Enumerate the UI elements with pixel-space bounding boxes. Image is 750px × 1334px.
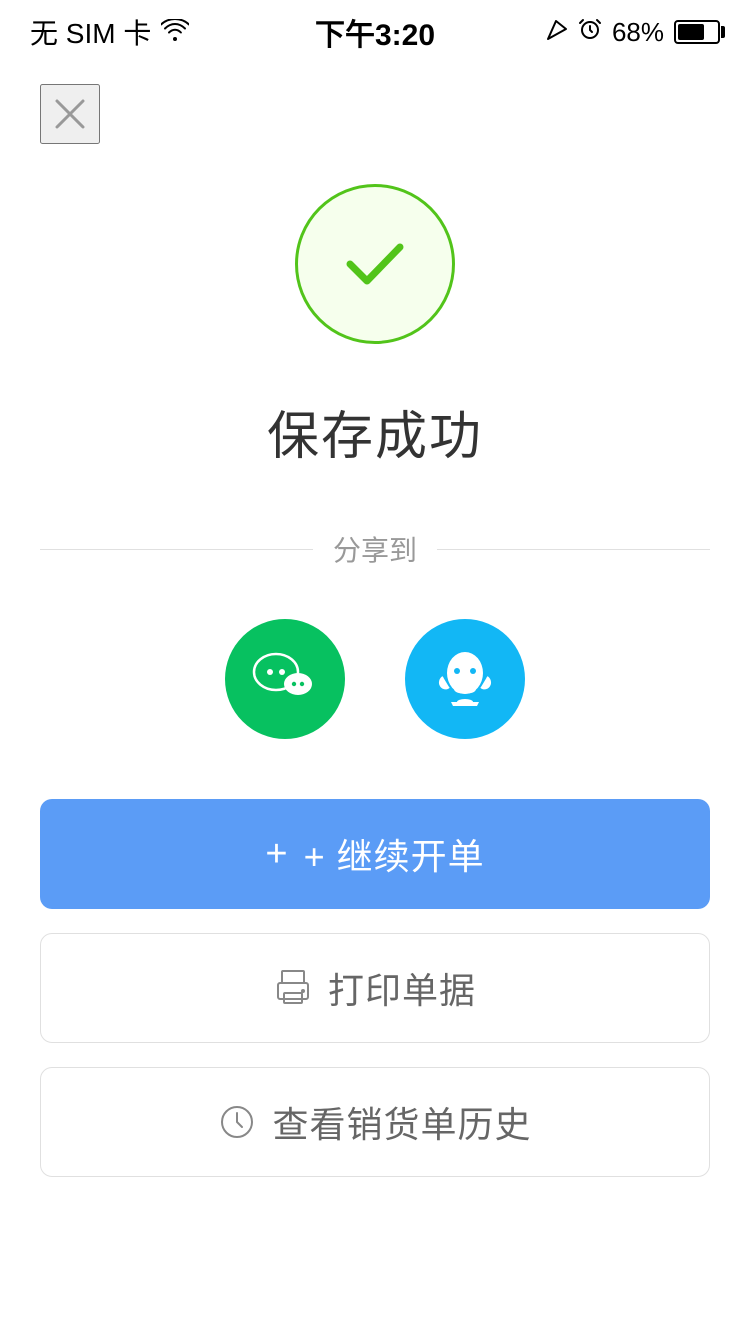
battery-icon (674, 20, 720, 44)
share-label: 分享到 (313, 529, 437, 569)
printer-icon (274, 969, 312, 1007)
close-button[interactable] (40, 84, 100, 144)
wechat-share-button[interactable] (225, 619, 345, 739)
continue-button[interactable]: + + 继续开单 (40, 799, 710, 909)
status-right: 68% (546, 17, 720, 48)
status-time: 下午3:20 (315, 10, 435, 54)
continue-button-label: + 继续开单 (304, 828, 485, 880)
wechat-icon (250, 644, 320, 714)
carrier-text: 无 SIM 卡 (30, 12, 151, 52)
main-content: 保存成功 分享到 (0, 64, 750, 1197)
status-bar: 无 SIM 卡 下午3:20 68% (0, 0, 750, 64)
history-button-label: 查看销货单历史 (272, 1096, 531, 1148)
close-icon (52, 96, 88, 132)
battery-percent: 68% (612, 17, 664, 48)
checkmark-icon (335, 224, 415, 304)
status-left: 无 SIM 卡 (30, 12, 189, 52)
success-title: 保存成功 (267, 394, 483, 469)
print-button-label: 打印单据 (328, 962, 476, 1014)
wifi-icon (161, 16, 189, 48)
share-icons-container (40, 619, 710, 739)
history-button[interactable]: 查看销货单历史 (40, 1067, 710, 1177)
share-divider: 分享到 (40, 529, 710, 569)
alarm-icon (578, 17, 602, 48)
qq-icon (433, 647, 498, 712)
location-icon (546, 17, 568, 48)
plus-icon: + (265, 833, 287, 876)
history-icon (218, 1103, 256, 1141)
share-section: 分享到 (40, 529, 710, 739)
divider-right (437, 549, 710, 550)
success-indicator (295, 184, 455, 344)
action-buttons: + + 继续开单 打印单据 查看销货单历 (40, 799, 710, 1177)
divider-left (40, 549, 313, 550)
qq-share-button[interactable] (405, 619, 525, 739)
print-button[interactable]: 打印单据 (40, 933, 710, 1043)
